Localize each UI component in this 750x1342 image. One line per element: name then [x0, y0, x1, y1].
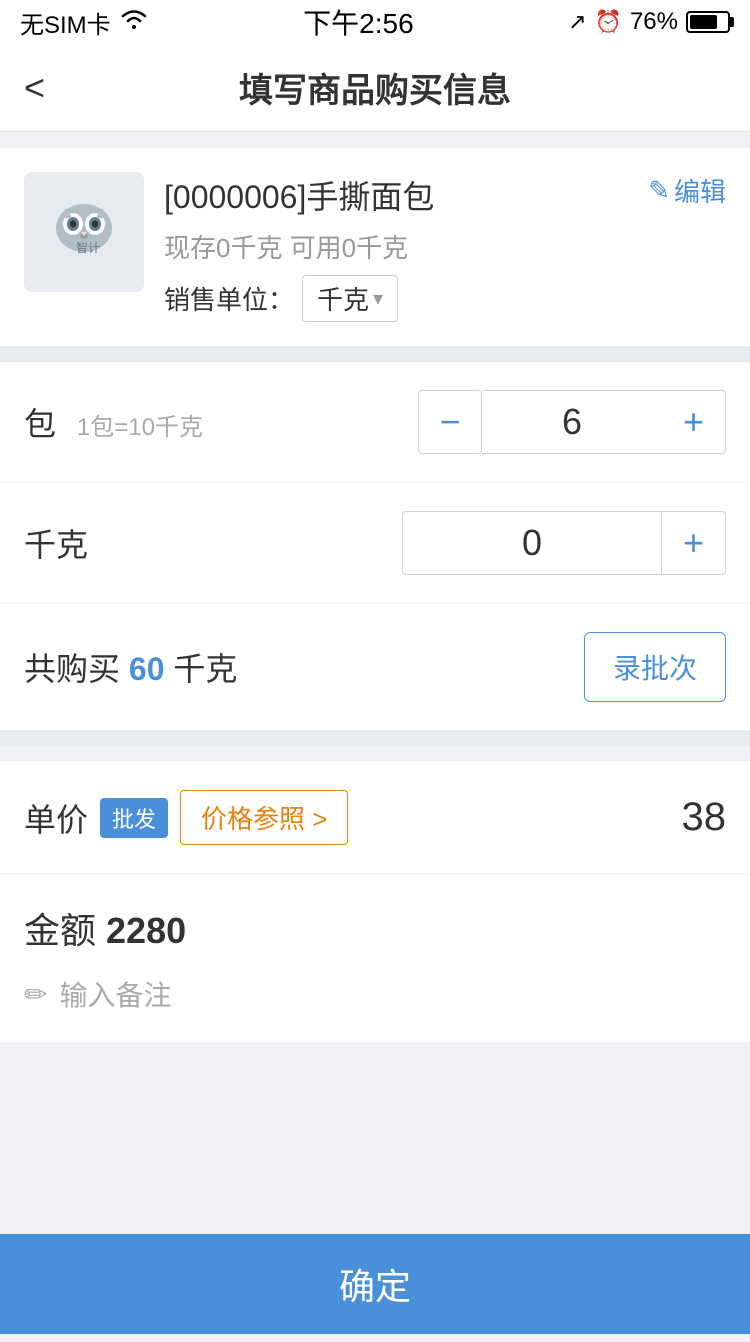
alarm-icon: ⏰ [595, 9, 622, 35]
price-row: 单价 批发 价格参照 > 38 [24, 790, 726, 845]
edit-label: 编辑 [674, 172, 726, 209]
amount-text: 金额 2280 [24, 902, 726, 954]
bao-decrement-button[interactable]: − [418, 390, 482, 454]
page-title: 填写商品购买信息 [239, 63, 511, 112]
product-unit-row: 销售单位： 千克 ▾ [164, 275, 726, 322]
amount-num: 2280 [106, 910, 186, 951]
bao-label: 包 1包=10千克 [24, 399, 418, 445]
batch-button[interactable]: 录批次 [584, 632, 726, 702]
price-section: 单价 批发 价格参照 > 38 [0, 762, 750, 873]
nav-bar: < 填写商品购买信息 [0, 44, 750, 132]
status-bar: 无SIM卡 下午2:56 ↗ ⏰ 76% [0, 0, 750, 44]
product-name: [0000006]手撕面包 [164, 172, 434, 218]
bao-increment-button[interactable]: + [662, 390, 726, 454]
kg-quantity-input[interactable] [402, 511, 662, 575]
status-right: ↗ ⏰ 76% [568, 8, 730, 36]
edit-button[interactable]: ✎ 编辑 [648, 172, 726, 209]
carrier-text: 无SIM卡 [20, 5, 111, 40]
kg-input-row: 千克 + [0, 483, 750, 604]
battery-icon [686, 11, 730, 33]
note-row[interactable]: ✏ 输入备注 [24, 974, 726, 1014]
total-unit-value: 千克 [173, 651, 237, 687]
wifi-icon [119, 8, 149, 37]
note-placeholder: 输入备注 [59, 974, 171, 1014]
product-top-row: [0000006]手撕面包 ✎ 编辑 [164, 172, 726, 228]
dropdown-icon: ▾ [373, 286, 383, 311]
battery-percent: 76% [630, 8, 678, 36]
unit-select[interactable]: 千克 ▾ [302, 275, 398, 322]
edit-icon: ✎ [648, 175, 670, 206]
amount-label: 金额 [24, 910, 96, 951]
status-time: 下午2:56 [303, 2, 414, 42]
section-divider-1 [0, 346, 750, 362]
svg-text:智计: 智计 [76, 240, 100, 255]
total-row: 共购买 60 千克 录批次 [0, 604, 750, 730]
product-stock: 现存0千克 可用0千克 [164, 228, 726, 265]
price-label-text: 单价 [24, 795, 88, 841]
product-card: 智计 [0000006]手撕面包 ✎ 编辑 现存0千克 可用0千克 销售单位： … [0, 148, 750, 346]
price-label: 单价 批发 价格参照 > [24, 790, 348, 845]
price-reference-button[interactable]: 价格参照 > [180, 790, 348, 845]
product-image: 智计 [24, 172, 144, 292]
bao-sublabel: 1包=10千克 [77, 414, 203, 441]
bao-input-row: 包 1包=10千克 − + [0, 362, 750, 483]
back-button[interactable]: < [24, 67, 45, 109]
unit-value: 千克 [317, 280, 369, 317]
total-text: 共购买 60 千克 [24, 644, 237, 690]
input-section: 包 1包=10千克 − + 千克 + [0, 362, 750, 604]
kg-quantity-control: + [402, 511, 726, 575]
amount-section: 金额 2280 ✏ 输入备注 [0, 873, 750, 1042]
location-icon: ↗ [568, 9, 586, 35]
note-icon: ✏ [24, 978, 47, 1011]
status-left: 无SIM卡 [20, 5, 149, 40]
price-value: 38 [682, 795, 727, 840]
product-thumbnail-icon: 智计 [48, 196, 120, 268]
product-info: [0000006]手撕面包 ✎ 编辑 现存0千克 可用0千克 销售单位： 千克 … [164, 172, 726, 322]
confirm-button[interactable]: 确定 [0, 1234, 750, 1334]
section-divider-2 [0, 730, 750, 746]
unit-label: 销售单位： [164, 280, 294, 317]
bao-quantity-input[interactable] [482, 390, 662, 454]
bao-quantity-control: − + [418, 390, 726, 454]
price-badge: 批发 [100, 798, 168, 838]
total-qty-value: 60 [129, 651, 165, 687]
total-prefix: 共购买 [24, 651, 120, 687]
kg-increment-button[interactable]: + [662, 511, 726, 575]
bottom-bar: 确定 [0, 1234, 750, 1334]
kg-label: 千克 [24, 520, 402, 566]
